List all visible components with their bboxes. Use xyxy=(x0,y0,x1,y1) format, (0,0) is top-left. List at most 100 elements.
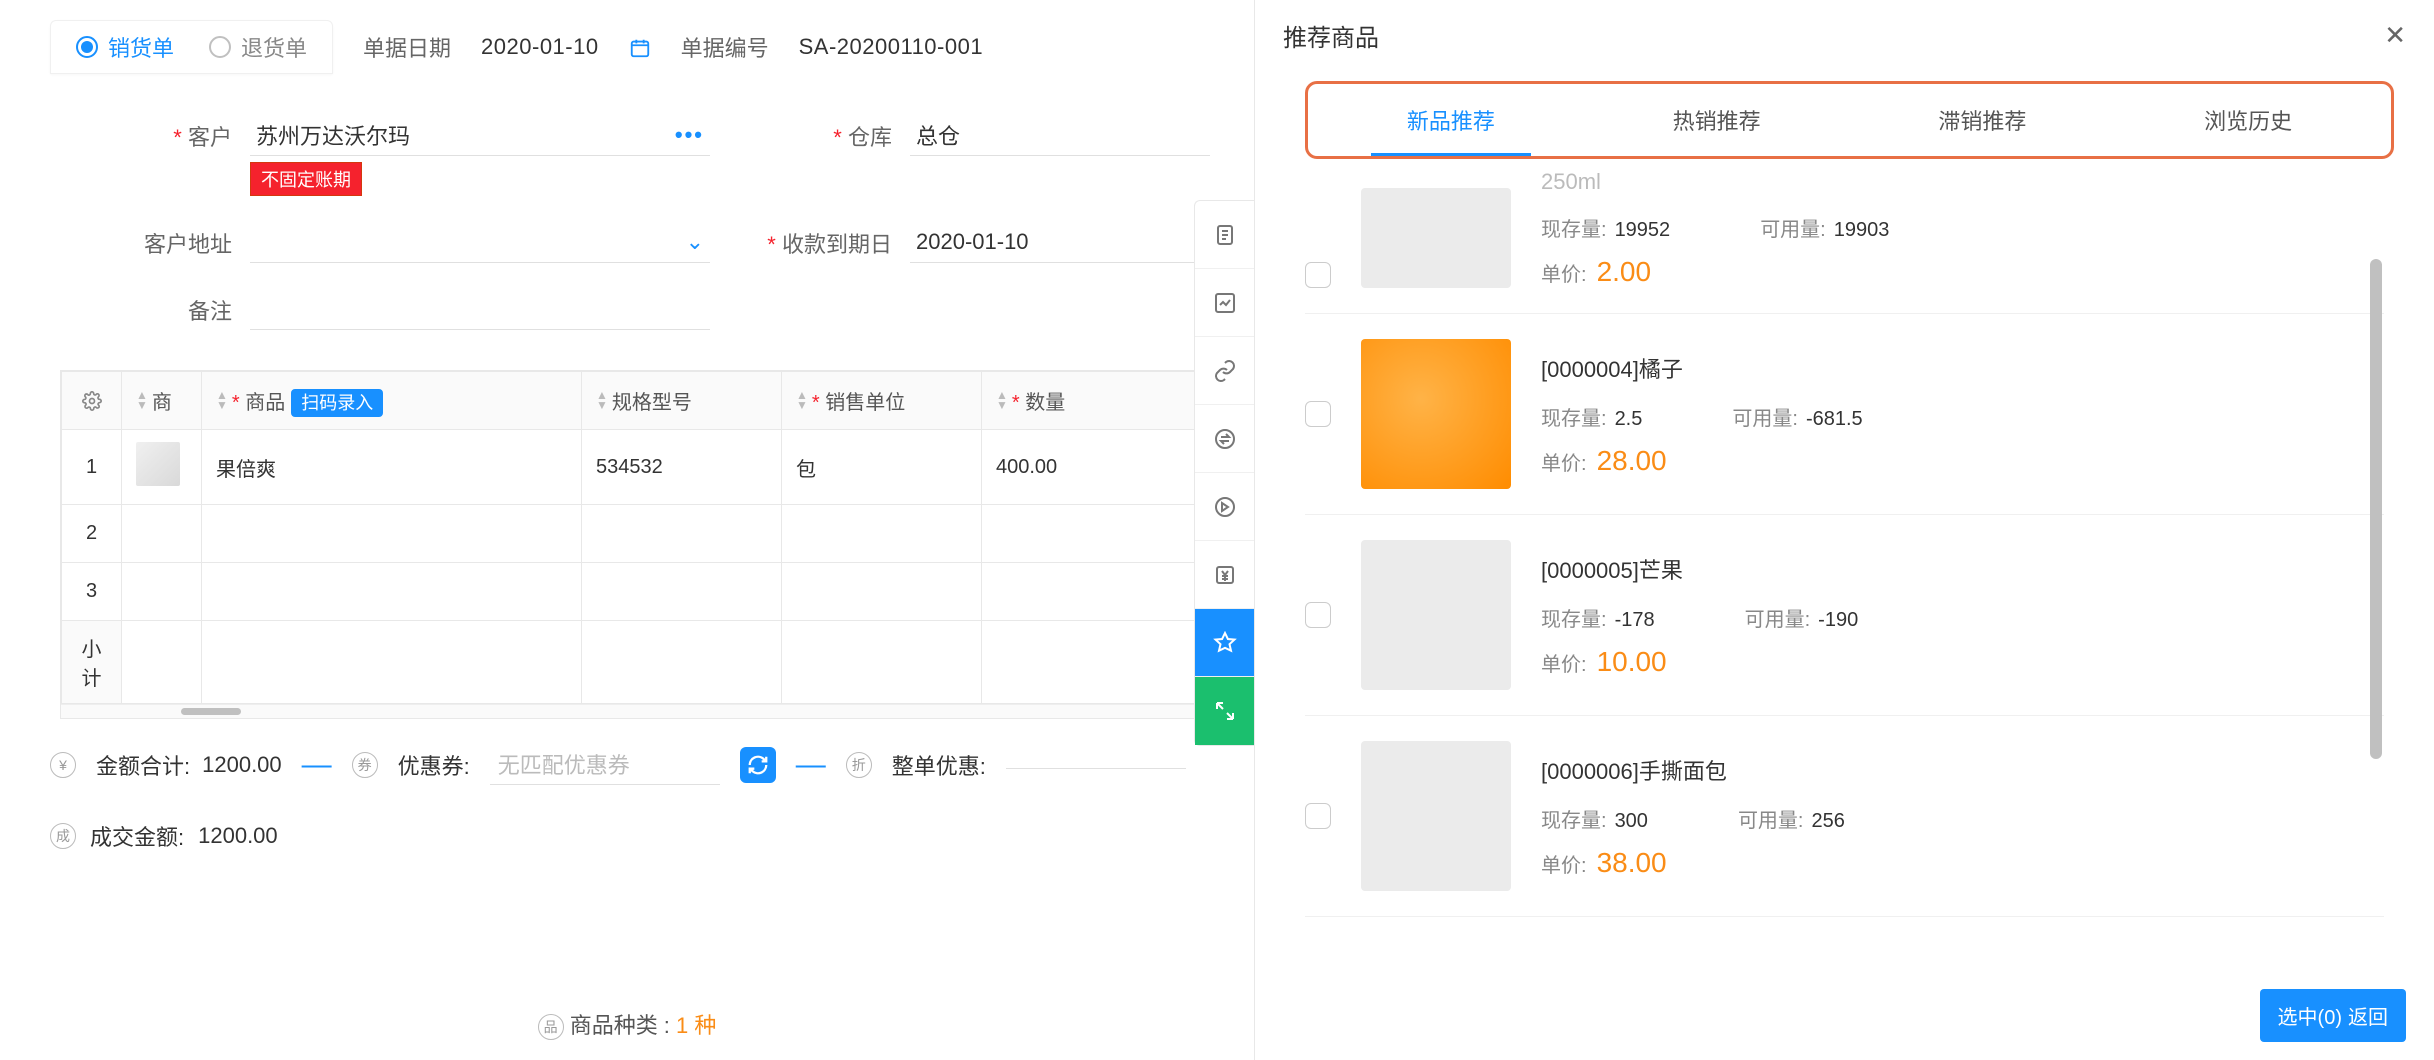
tab-new[interactable]: 新品推荐 xyxy=(1318,86,1584,154)
product-image xyxy=(1361,540,1511,690)
tab-sales-order[interactable]: 销货单 xyxy=(76,31,174,63)
footer-summary: 品 商品种类 : 1 种 xyxy=(0,988,1254,1060)
totals-row: ¥ 金额合计: 1200.00 — 券 优惠券: 无匹配优惠券 — 折 整单优惠… xyxy=(0,719,1244,810)
cell-qty[interactable]: 400.00 xyxy=(982,430,1213,505)
swap-icon[interactable] xyxy=(1195,405,1254,473)
deal-value: 1200.00 xyxy=(198,823,278,849)
avail-value: 256 xyxy=(1812,810,1845,832)
more-icon[interactable]: ••• xyxy=(675,122,704,148)
address-input[interactable]: ⌄ xyxy=(250,221,710,263)
kinds-value: 1 xyxy=(676,1013,688,1038)
tab-hot[interactable]: 热销推荐 xyxy=(1584,86,1850,154)
deal-label: 成交金额: xyxy=(90,820,184,852)
doc-header: 销货单 退货单 单据日期 2020-01-10 单据编号 SA-20200110… xyxy=(0,0,1244,89)
col-product[interactable]: ▲▼商品扫码录入 xyxy=(202,372,582,430)
stock-value: -178 xyxy=(1615,609,1655,631)
col-qty[interactable]: ▲▼数量 xyxy=(982,372,1213,430)
item-checkbox[interactable] xyxy=(1305,401,1331,427)
doc-date-value[interactable]: 2020-01-10 xyxy=(481,34,599,60)
calendar-icon[interactable] xyxy=(629,34,651,60)
cell-unit[interactable]: 包 xyxy=(782,430,982,505)
customer-label: 客户 xyxy=(50,114,250,152)
item-title: [0000006]手撕面包 xyxy=(1541,754,2384,786)
vertical-scrollbar[interactable] xyxy=(2370,259,2382,759)
table-row[interactable]: 3 xyxy=(62,563,1213,621)
horizontal-scrollbar[interactable] xyxy=(61,704,1213,718)
scan-entry-button[interactable]: 扫码录入 xyxy=(291,389,383,417)
bookmark-icon[interactable] xyxy=(1195,473,1254,541)
notes-icon[interactable] xyxy=(1195,201,1254,269)
price-value: 28.00 xyxy=(1597,445,1667,476)
remark-label: 备注 xyxy=(50,288,250,326)
table-row[interactable]: 2 xyxy=(62,505,1213,563)
recommend-list: 250ml 现存量:19952 可用量:19903 单价:2.00 [00000… xyxy=(1305,169,2384,951)
duedate-label: 收款到期日 xyxy=(710,221,910,259)
col-unit[interactable]: ▲▼销售单位 xyxy=(782,372,982,430)
list-item: [0000006]手撕面包 现存量:300 可用量:256 单价:38.00 xyxy=(1305,716,2384,917)
tab-return-order[interactable]: 退货单 xyxy=(209,31,307,63)
close-icon[interactable]: ✕ xyxy=(2384,20,2406,51)
kinds-label: 商品种类 : xyxy=(570,1013,670,1038)
minus-icon: — xyxy=(796,748,826,782)
side-toolbar xyxy=(1194,200,1254,746)
customer-input[interactable]: 苏州万达沃尔玛 ••• xyxy=(250,114,710,156)
chart-icon[interactable] xyxy=(1195,269,1254,337)
coupon-icon: 券 xyxy=(352,752,378,778)
remark-input[interactable] xyxy=(250,288,710,330)
item-checkbox[interactable] xyxy=(1305,602,1331,628)
table-row[interactable]: 1 果倍爽 534532 包 400.00 xyxy=(62,430,1213,505)
product-image xyxy=(1361,188,1511,288)
category-icon: 品 xyxy=(538,1014,564,1040)
chevron-down-icon: ⌄ xyxy=(686,229,704,255)
settings-column[interactable] xyxy=(62,372,122,430)
avail-value: -681.5 xyxy=(1806,408,1863,430)
stock-value: 300 xyxy=(1615,810,1648,832)
star-icon[interactable] xyxy=(1195,609,1254,677)
avail-value: 19903 xyxy=(1834,219,1890,241)
item-title: [0000005]芒果 xyxy=(1541,553,2384,585)
avail-value: -190 xyxy=(1818,609,1858,631)
col-spec[interactable]: ▲▼规格型号 xyxy=(582,372,782,430)
radio-icon xyxy=(209,36,231,58)
expand-icon[interactable] xyxy=(1195,677,1254,745)
duedate-input[interactable]: 2020-01-10 xyxy=(910,221,1210,263)
subtotal-label: 小计 xyxy=(62,621,122,704)
item-title: 250ml xyxy=(1541,169,2384,195)
item-checkbox[interactable] xyxy=(1305,262,1331,288)
cell-product[interactable]: 果倍爽 xyxy=(202,430,582,505)
item-title: [0000004]橘子 xyxy=(1541,352,2384,384)
period-badge: 不固定账期 xyxy=(250,162,362,196)
refresh-button[interactable] xyxy=(740,747,776,783)
cell-spec[interactable]: 534532 xyxy=(582,430,782,505)
col-image[interactable]: ▲▼商 xyxy=(122,372,202,430)
doc-no-label: 单据编号 xyxy=(681,31,769,63)
amount-value: 1200.00 xyxy=(202,752,282,778)
warehouse-label: 仓库 xyxy=(710,114,910,152)
deal-icon: 成 xyxy=(50,823,76,849)
stock-value: 19952 xyxy=(1615,219,1671,241)
tab-history[interactable]: 浏览历史 xyxy=(2115,86,2381,154)
list-item: [0000005]芒果 现存量:-178 可用量:-190 单价:10.00 xyxy=(1305,515,2384,716)
list-item: [0000004]橘子 现存量:2.5 可用量:-681.5 单价:28.00 xyxy=(1305,314,2384,515)
selected-return-button[interactable]: 选中(0) 返回 xyxy=(2260,989,2406,1042)
row-index: 1 xyxy=(62,430,122,505)
tab-sales-label: 销货单 xyxy=(108,31,174,63)
currency-icon[interactable] xyxy=(1195,541,1254,609)
tab-slow[interactable]: 滞销推荐 xyxy=(1850,86,2116,154)
radio-icon xyxy=(76,36,98,58)
order-form: 客户 苏州万达沃尔玛 ••• 不固定账期 仓库 总仓 客户地址 ⌄ 收款到期日 … xyxy=(0,89,1244,340)
product-thumb xyxy=(136,442,180,486)
coupon-label: 优惠券: xyxy=(398,749,470,781)
yen-icon: ¥ xyxy=(50,752,76,778)
item-checkbox[interactable] xyxy=(1305,803,1331,829)
whole-discount-input[interactable] xyxy=(1006,760,1186,769)
customer-value: 苏州万达沃尔玛 xyxy=(256,119,410,151)
order-type-tabs: 销货单 退货单 xyxy=(50,20,333,74)
coupon-input[interactable]: 无匹配优惠券 xyxy=(490,744,720,785)
list-item: 250ml 现存量:19952 可用量:19903 单价:2.00 xyxy=(1305,169,2384,314)
warehouse-input[interactable]: 总仓 xyxy=(910,114,1210,156)
product-image xyxy=(1361,339,1511,489)
link-icon[interactable] xyxy=(1195,337,1254,405)
doc-no-value: SA-20200110-001 xyxy=(799,34,983,60)
duedate-value: 2020-01-10 xyxy=(916,229,1029,255)
